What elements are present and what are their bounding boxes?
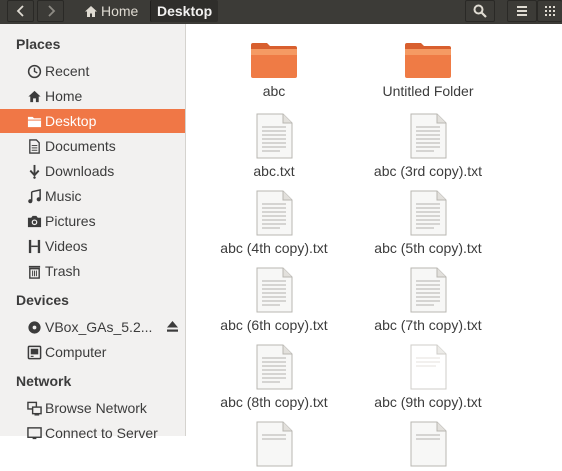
sidebar-item-computer[interactable]: Computer [0,340,185,364]
text-file-icon [256,267,293,313]
header-bar: Home Desktop [0,0,562,24]
sidebar-item-label: Desktop [45,113,97,129]
text-file-icon [256,344,293,390]
computer-icon [26,344,42,360]
sidebar: Places Recent Home Desktop Documents Dow… [0,24,186,441]
file-item-text[interactable]: abc (8th copy).txt [194,344,354,410]
section-title-places: Places [16,36,61,52]
grid-view-button[interactable] [537,0,562,22]
sidebar-item-label: Videos [45,238,88,254]
sidebar-item-label: Recent [45,63,90,79]
text-file-icon [256,113,293,159]
sidebar-item-connect-to-server[interactable]: Connect to Server [0,421,185,445]
eject-icon[interactable] [166,320,179,333]
file-item-folder-untitled[interactable]: Untitled Folder [348,41,508,99]
file-name: abc (4th copy).txt [220,240,328,256]
file-item-folder-abc[interactable]: abc [194,41,354,99]
trash-icon [26,263,42,279]
file-name: abc (9th copy).txt [374,394,482,410]
sidebar-item-desktop[interactable]: Desktop [0,109,185,133]
file-item-text[interactable]: abc (3rd copy).txt [348,113,508,179]
list-view-button[interactable] [507,0,537,22]
text-file-icon [256,190,293,236]
file-name: abc (7th copy).txt [374,317,482,333]
file-item-text[interactable]: abc (6th copy).txt [194,267,354,333]
film-icon [26,238,42,254]
file-name: abc (3rd copy).txt [373,163,483,179]
file-name: abc (5th copy).txt [374,240,482,256]
search-button[interactable] [465,0,495,22]
text-file-icon [410,267,447,313]
sidebar-item-videos[interactable]: Videos [0,234,185,258]
sidebar-item-recent[interactable]: Recent [0,59,185,83]
folder-icon [26,113,42,129]
file-view: abc Untitled Folder abc.txt abc (3rd cop… [190,24,562,467]
sidebar-item-label: Computer [45,344,107,360]
folder-icon [405,43,451,78]
folder-icon [251,43,297,78]
network-icon [26,400,42,416]
document-icon [26,138,42,154]
file-name: abc (8th copy).txt [220,394,328,410]
back-button[interactable] [7,0,34,22]
sidebar-item-label: Music [45,188,82,204]
home-icon [26,88,42,104]
breadcrumb-desktop[interactable]: Desktop [150,0,219,22]
camera-icon [26,213,42,229]
sidebar-item-trash[interactable]: Trash [0,259,185,283]
music-icon [26,188,42,204]
breadcrumb-desktop-label: Desktop [157,3,213,19]
file-item-text[interactable]: abc.txt [194,113,354,179]
file-name: abc (6th copy).txt [220,317,328,333]
sidebar-item-label: Home [45,88,83,104]
forward-button[interactable] [37,0,64,22]
breadcrumb-home[interactable]: Home [78,0,138,22]
sidebar-item-documents[interactable]: Documents [0,134,185,158]
sidebar-item-home[interactable]: Home [0,84,185,108]
text-file-icon [410,113,447,159]
sidebar-item-music[interactable]: Music [0,184,185,208]
sidebar-item-label: VBox_GAs_5.2... [45,319,153,335]
file-item-text[interactable]: abc (9th copy).txt [348,344,508,410]
sidebar-item-pictures[interactable]: Pictures [0,209,185,233]
server-icon [26,425,42,441]
file-item-text[interactable]: abc (7th copy).txt [348,267,508,333]
sidebar-item-label: Downloads [45,163,115,179]
file-item-text[interactable]: abc (5th copy).txt [348,190,508,256]
section-title-devices: Devices [16,292,69,308]
text-file-icon [410,421,447,467]
search-icon [473,4,487,18]
text-file-icon [410,344,447,390]
file-item-text[interactable] [348,421,508,471]
grid-icon [545,6,555,16]
sidebar-item-label: Documents [45,138,116,154]
sidebar-item-label: Browse Network [45,400,147,416]
sidebar-item-downloads[interactable]: Downloads [0,159,185,183]
list-icon [517,6,527,16]
breadcrumb-home-label: Home [101,3,139,19]
text-file-icon [410,190,447,236]
file-item-text[interactable] [194,421,354,471]
sidebar-item-vbox-disc[interactable]: VBox_GAs_5.2... [0,315,185,339]
file-item-text[interactable]: abc (4th copy).txt [194,190,354,256]
file-name: abc [262,83,286,99]
sidebar-item-browse-network[interactable]: Browse Network [0,396,185,420]
sidebar-item-label: Pictures [45,213,96,229]
file-name: Untitled Folder [382,83,474,99]
sidebar-item-label: Trash [45,263,81,279]
clock-icon [26,63,42,79]
section-title-network: Network [16,373,72,389]
download-icon [26,163,42,179]
home-icon [85,5,97,17]
text-file-icon [256,421,293,467]
disc-icon [26,319,42,335]
sidebar-item-label: Connect to Server [45,425,158,441]
chevron-left-icon [16,5,24,17]
file-name: abc.txt [253,163,295,179]
chevron-right-icon [47,5,55,17]
